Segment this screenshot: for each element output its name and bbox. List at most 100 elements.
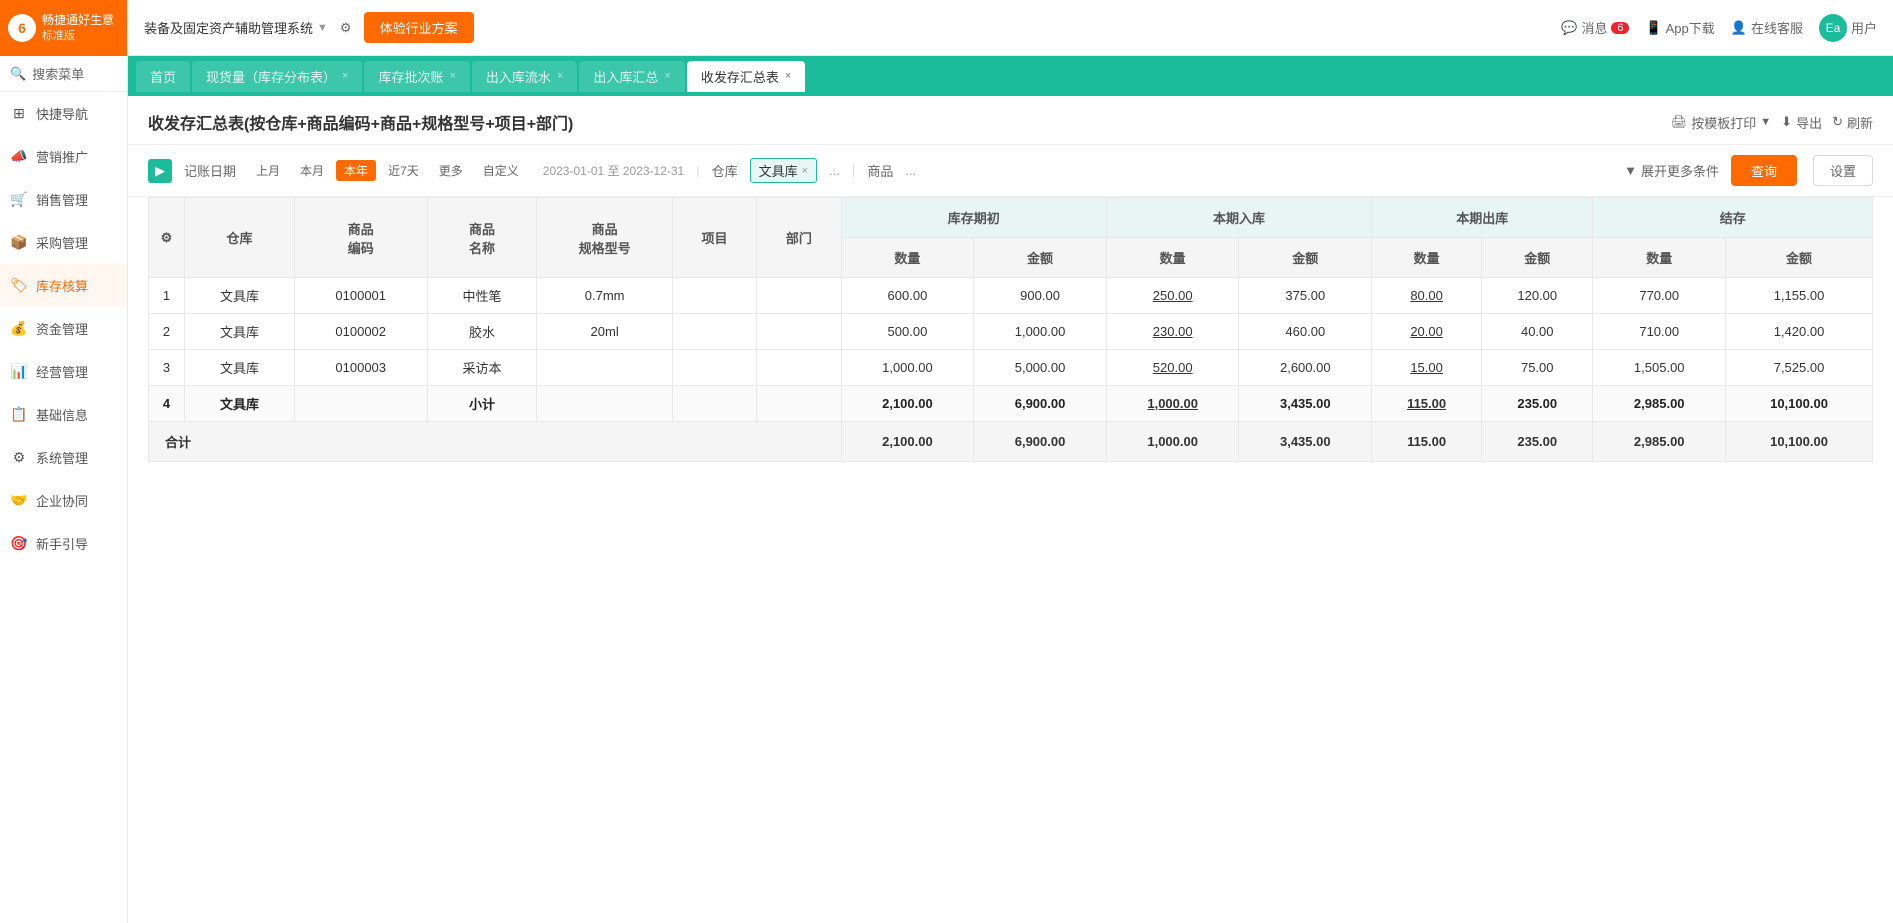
app-download-action[interactable]: 📱 App下载: [1645, 18, 1714, 37]
date-btn-自定义[interactable]: 自定义: [475, 160, 527, 181]
row-name: 采访本: [427, 350, 537, 386]
sidebar-item-purchase[interactable]: 📦采购管理: [0, 221, 127, 264]
row-open-amt: 900.00: [974, 278, 1107, 314]
online-service-action[interactable]: 👤 在线客服: [1731, 18, 1803, 37]
row-out-qty[interactable]: 80.00: [1372, 278, 1482, 314]
row-spec: 0.7mm: [537, 278, 672, 314]
page-header: 收发存汇总表(按仓库+商品编码+商品+规格型号+项目+部门) 🖨 按模板打印 ▼…: [128, 96, 1893, 145]
row-in-qty[interactable]: 250.00: [1106, 278, 1239, 314]
tab-batch[interactable]: 库存批次账×: [364, 61, 469, 92]
sidebar-item-basic[interactable]: 📋基础信息: [0, 393, 127, 436]
row-open-amt: 1,000.00: [974, 314, 1107, 350]
tab-summary[interactable]: 出入库汇总×: [579, 61, 684, 92]
row-bal-amt: 10,100.00: [1726, 386, 1873, 422]
row-dept: [757, 350, 841, 386]
finance-icon: 💰: [10, 320, 28, 338]
code-col-header: 商品编码: [294, 198, 427, 278]
settings-button[interactable]: 设置: [1813, 155, 1873, 186]
sidebar-label-enterprise: 企业协同: [36, 491, 88, 510]
date-btn-上月[interactable]: 上月: [248, 160, 288, 181]
row-in-qty[interactable]: 230.00: [1106, 314, 1239, 350]
warehouse-tag[interactable]: 文具库 ×: [750, 158, 817, 183]
warehouse-tag-close[interactable]: ×: [802, 165, 808, 177]
system-selector[interactable]: 装备及固定资产辅助管理系统 ▼: [144, 18, 328, 37]
tab-stock-dist[interactable]: 现货量（库存分布表） ×: [192, 61, 362, 92]
tab-home[interactable]: 首页: [136, 61, 190, 92]
warehouse-col-header: 仓库: [185, 198, 295, 278]
refresh-button[interactable]: ↻ 刷新: [1832, 113, 1873, 132]
date-btn-本年[interactable]: 本年: [336, 160, 376, 181]
sidebar-item-quick-nav[interactable]: ⊞快捷导航: [0, 92, 127, 135]
sidebar-nav: ⊞快捷导航📣营销推广🛒销售管理📦采购管理 🏷 库存核算 💰资金管理📊经营管理📋基础信息…: [0, 92, 127, 565]
row-in-qty[interactable]: 520.00: [1106, 350, 1239, 386]
balance-amt-header: 金额: [1726, 238, 1873, 278]
name-col-header: 商品名称: [427, 198, 537, 278]
row-out-qty[interactable]: 15.00: [1372, 350, 1482, 386]
sidebar-item-marketing[interactable]: 📣营销推广: [0, 135, 127, 178]
tab-flow[interactable]: 出入库流水×: [472, 61, 577, 92]
search-icon: 🔍: [10, 66, 26, 82]
row-project: [672, 350, 756, 386]
search-menu[interactable]: 🔍 搜索菜单: [0, 56, 127, 92]
tab-label-stock-dist: 现货量（库存分布表）: [206, 67, 336, 86]
sidebar-label-inventory: 库存核算: [36, 276, 88, 295]
filter-bar: ▶ 记账日期 上月本月本年近7天更多自定义 2023-01-01 至 2023-…: [128, 145, 1893, 197]
footer-bal-qty: 2,985.00: [1593, 422, 1726, 462]
row-open-qty: 1,000.00: [841, 350, 974, 386]
settings-icon[interactable]: ⚙: [340, 20, 352, 36]
spec-col-header: 商品规格型号: [537, 198, 672, 278]
project-col-header: 项目: [672, 198, 756, 278]
filter-expand-button[interactable]: ▶: [148, 159, 172, 183]
tab-close-stock-dist[interactable]: ×: [342, 70, 348, 82]
sidebar-item-inventory[interactable]: 🏷 库存核算: [0, 264, 127, 307]
row-code: 0100003: [294, 350, 427, 386]
tab-close-recv-send[interactable]: ×: [785, 70, 791, 82]
row-in-amt: 2,600.00: [1239, 350, 1372, 386]
row-out-qty[interactable]: 115.00: [1372, 386, 1482, 422]
goods-more[interactable]: ...: [905, 163, 916, 178]
export-button[interactable]: ⬇ 导出: [1781, 113, 1822, 132]
print-button[interactable]: 🖨 按模板打印 ▼: [1671, 113, 1771, 132]
sidebar-item-sales[interactable]: 🛒销售管理: [0, 178, 127, 221]
opening-group-header: 库存期初: [841, 198, 1106, 238]
message-action[interactable]: 💬 消息 6: [1561, 18, 1629, 37]
sidebar-item-operation[interactable]: 📊经营管理: [0, 350, 127, 393]
sidebar: 6 畅捷通好生意 标准版 🔍 搜索菜单 ⊞快捷导航📣营销推广🛒销售管理📦采购管理…: [0, 0, 128, 923]
row-out-amt: 235.00: [1482, 386, 1593, 422]
expand-more-button[interactable]: ▼ 展开更多条件: [1624, 161, 1719, 180]
tab-close-flow[interactable]: ×: [557, 70, 563, 82]
sidebar-item-enterprise[interactable]: 🤝企业协同: [0, 479, 127, 522]
tab-close-summary[interactable]: ×: [664, 70, 670, 82]
row-out-qty[interactable]: 20.00: [1372, 314, 1482, 350]
row-in-qty[interactable]: 1,000.00: [1106, 386, 1239, 422]
row-dept: [757, 386, 841, 422]
filter-row-1: ▶ 记账日期 上月本月本年近7天更多自定义 2023-01-01 至 2023-…: [148, 155, 1873, 186]
basic-icon: 📋: [10, 406, 28, 424]
date-btn-本月[interactable]: 本月: [292, 160, 332, 181]
query-button[interactable]: 查询: [1731, 155, 1797, 186]
footer-in-amt: 3,435.00: [1239, 422, 1372, 462]
settings-col-header[interactable]: ⚙: [149, 198, 185, 278]
inventory-icon: 🏷: [10, 277, 28, 295]
row-spec: 20ml: [537, 314, 672, 350]
row-dept: [757, 278, 841, 314]
date-range: 2023-01-01 至 2023-12-31: [543, 162, 684, 179]
tabs-bar: 首页现货量（库存分布表）×库存批次账×出入库流水×出入库汇总×收发存汇总表×: [128, 56, 1893, 96]
opening-qty-header: 数量: [841, 238, 974, 278]
trial-button[interactable]: 体验行业方案: [364, 12, 474, 43]
date-filter-label: 记账日期: [184, 161, 236, 180]
date-btn-更多[interactable]: 更多: [431, 160, 471, 181]
row-bal-amt: 7,525.00: [1726, 350, 1873, 386]
page-title: 收发存汇总表(按仓库+商品编码+商品+规格型号+项目+部门): [148, 110, 573, 134]
sidebar-item-system[interactable]: ⚙系统管理: [0, 436, 127, 479]
tab-close-batch[interactable]: ×: [449, 70, 455, 82]
date-btn-近7天[interactable]: 近7天: [380, 160, 427, 181]
logo-icon: 6: [8, 14, 36, 42]
row-warehouse: 文具库: [185, 386, 295, 422]
warehouse-more[interactable]: ...: [829, 163, 840, 178]
tab-recv-send[interactable]: 收发存汇总表×: [687, 61, 805, 92]
sidebar-item-guide[interactable]: 🎯新手引导: [0, 522, 127, 565]
user-action[interactable]: Ea 用户: [1819, 14, 1877, 42]
row-spec: [537, 350, 672, 386]
sidebar-item-finance[interactable]: 💰资金管理: [0, 307, 127, 350]
